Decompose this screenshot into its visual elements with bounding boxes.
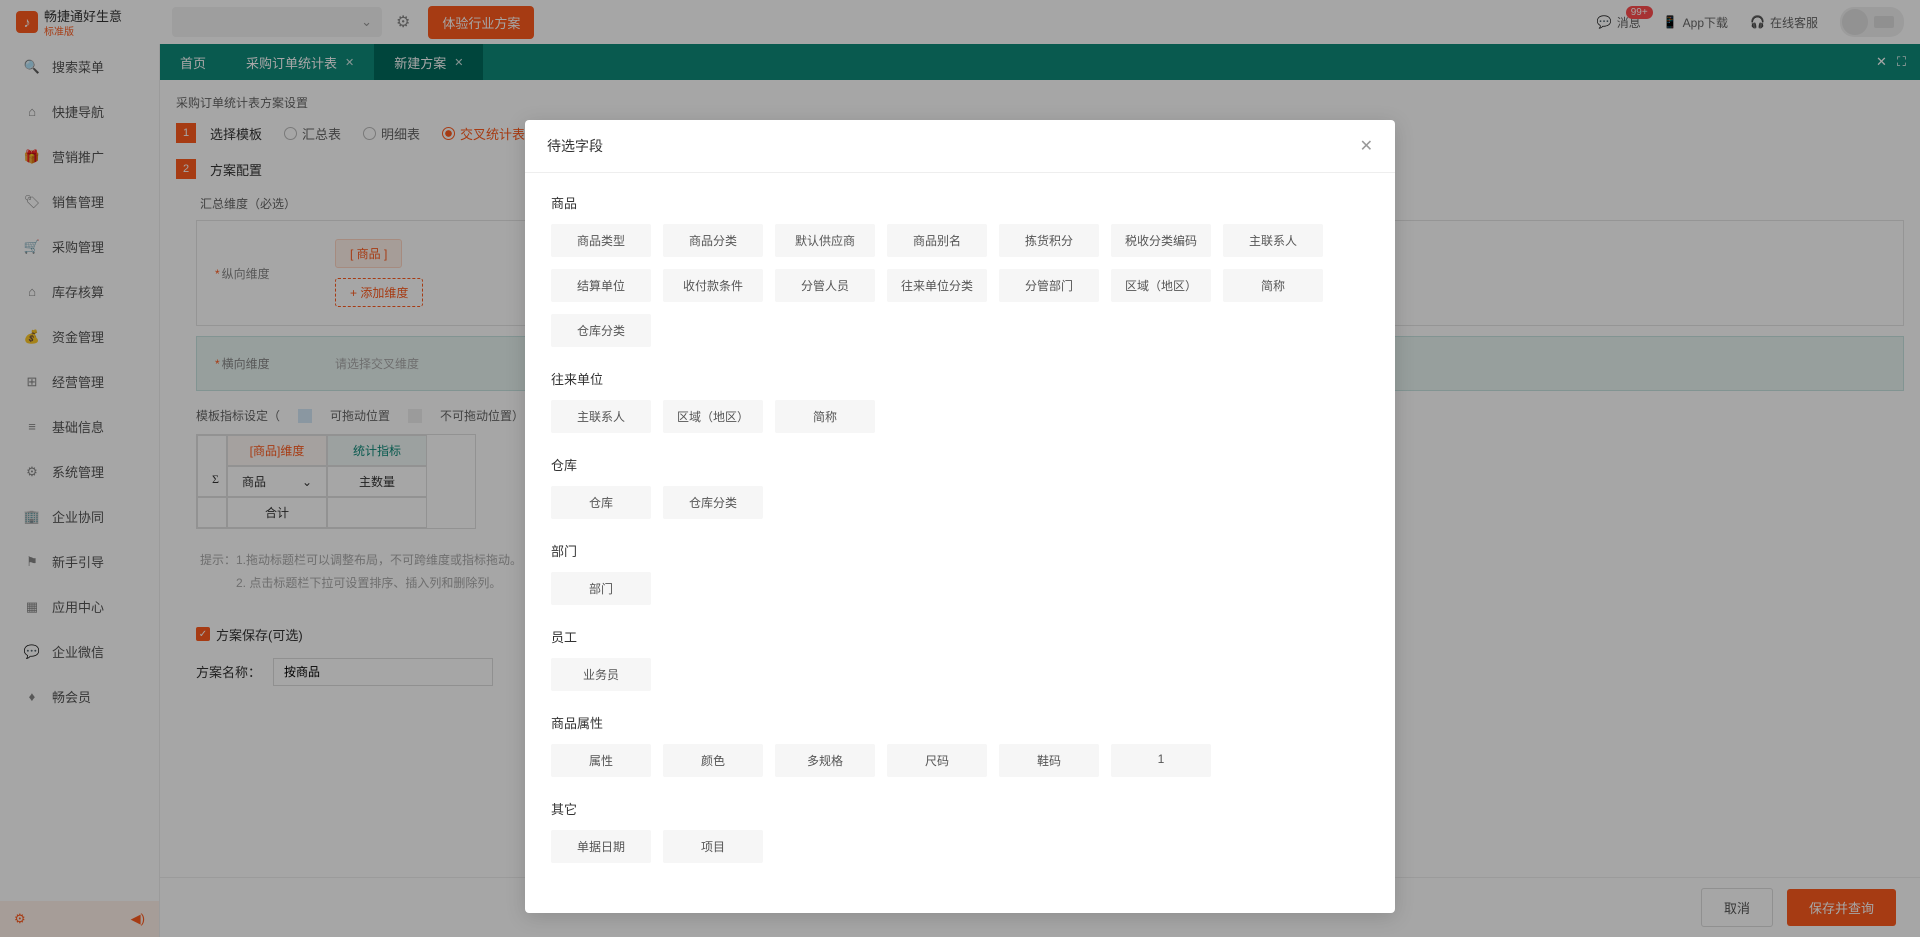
modal-close-button[interactable]: ✕ bbox=[1360, 136, 1373, 156]
field-group-3: 部门部门 bbox=[551, 541, 1369, 605]
field-group-title: 部门 bbox=[551, 541, 1369, 560]
field-option[interactable]: 主联系人 bbox=[551, 400, 651, 433]
field-option[interactable]: 简称 bbox=[775, 400, 875, 433]
field-option[interactable]: 拣货积分 bbox=[999, 224, 1099, 257]
field-group-5: 商品属性属性颜色多规格尺码鞋码 1 bbox=[551, 713, 1369, 777]
field-option[interactable]: 1 bbox=[1111, 744, 1211, 777]
field-group-4: 员工业务员 bbox=[551, 627, 1369, 691]
field-option[interactable]: 往来单位分类 bbox=[887, 269, 987, 302]
field-option[interactable]: 简称 bbox=[1223, 269, 1323, 302]
field-group-title: 员工 bbox=[551, 627, 1369, 646]
field-option[interactable]: 项目 bbox=[663, 830, 763, 863]
field-option[interactable]: 仓库分类 bbox=[551, 314, 651, 347]
modal-title: 待选字段 bbox=[547, 136, 603, 156]
field-option[interactable]: 商品分类 bbox=[663, 224, 763, 257]
field-option[interactable]: 仓库 bbox=[551, 486, 651, 519]
field-group-2: 仓库仓库仓库分类 bbox=[551, 455, 1369, 519]
field-option[interactable]: 主联系人 bbox=[1223, 224, 1323, 257]
field-option[interactable]: 鞋码 bbox=[999, 744, 1099, 777]
field-group-1: 往来单位主联系人区域（地区） 简称 bbox=[551, 369, 1369, 433]
field-option[interactable]: 商品别名 bbox=[887, 224, 987, 257]
field-group-title: 其它 bbox=[551, 799, 1369, 818]
field-option[interactable]: 颜色 bbox=[663, 744, 763, 777]
field-option[interactable]: 分管部门 bbox=[999, 269, 1099, 302]
field-option[interactable]: 部门 bbox=[551, 572, 651, 605]
field-group-title: 商品属性 bbox=[551, 713, 1369, 732]
field-group-title: 往来单位 bbox=[551, 369, 1369, 388]
field-option[interactable]: 区域（地区） bbox=[663, 400, 763, 433]
field-option[interactable]: 尺码 bbox=[887, 744, 987, 777]
field-group-title: 仓库 bbox=[551, 455, 1369, 474]
field-option[interactable]: 单据日期 bbox=[551, 830, 651, 863]
field-option[interactable]: 多规格 bbox=[775, 744, 875, 777]
field-option[interactable]: 默认供应商 bbox=[775, 224, 875, 257]
field-group-0: 商品商品类型商品分类默认供应商商品别名拣货积分税收分类编码主联系人结算单位收付款… bbox=[551, 193, 1369, 347]
field-option[interactable]: 属性 bbox=[551, 744, 651, 777]
field-option[interactable]: 仓库分类 bbox=[663, 486, 763, 519]
field-option[interactable]: 税收分类编码 bbox=[1111, 224, 1211, 257]
field-group-title: 商品 bbox=[551, 193, 1369, 212]
field-option[interactable]: 结算单位 bbox=[551, 269, 651, 302]
field-option[interactable]: 业务员 bbox=[551, 658, 651, 691]
field-group-6: 其它单据日期项目 bbox=[551, 799, 1369, 863]
field-option[interactable]: 商品类型 bbox=[551, 224, 651, 257]
field-option[interactable]: 分管人员 bbox=[775, 269, 875, 302]
field-option[interactable]: 收付款条件 bbox=[663, 269, 763, 302]
field-option[interactable]: 区域（地区） bbox=[1111, 269, 1211, 302]
field-selector-modal: 待选字段 ✕ 商品商品类型商品分类默认供应商商品别名拣货积分税收分类编码主联系人… bbox=[525, 120, 1395, 913]
